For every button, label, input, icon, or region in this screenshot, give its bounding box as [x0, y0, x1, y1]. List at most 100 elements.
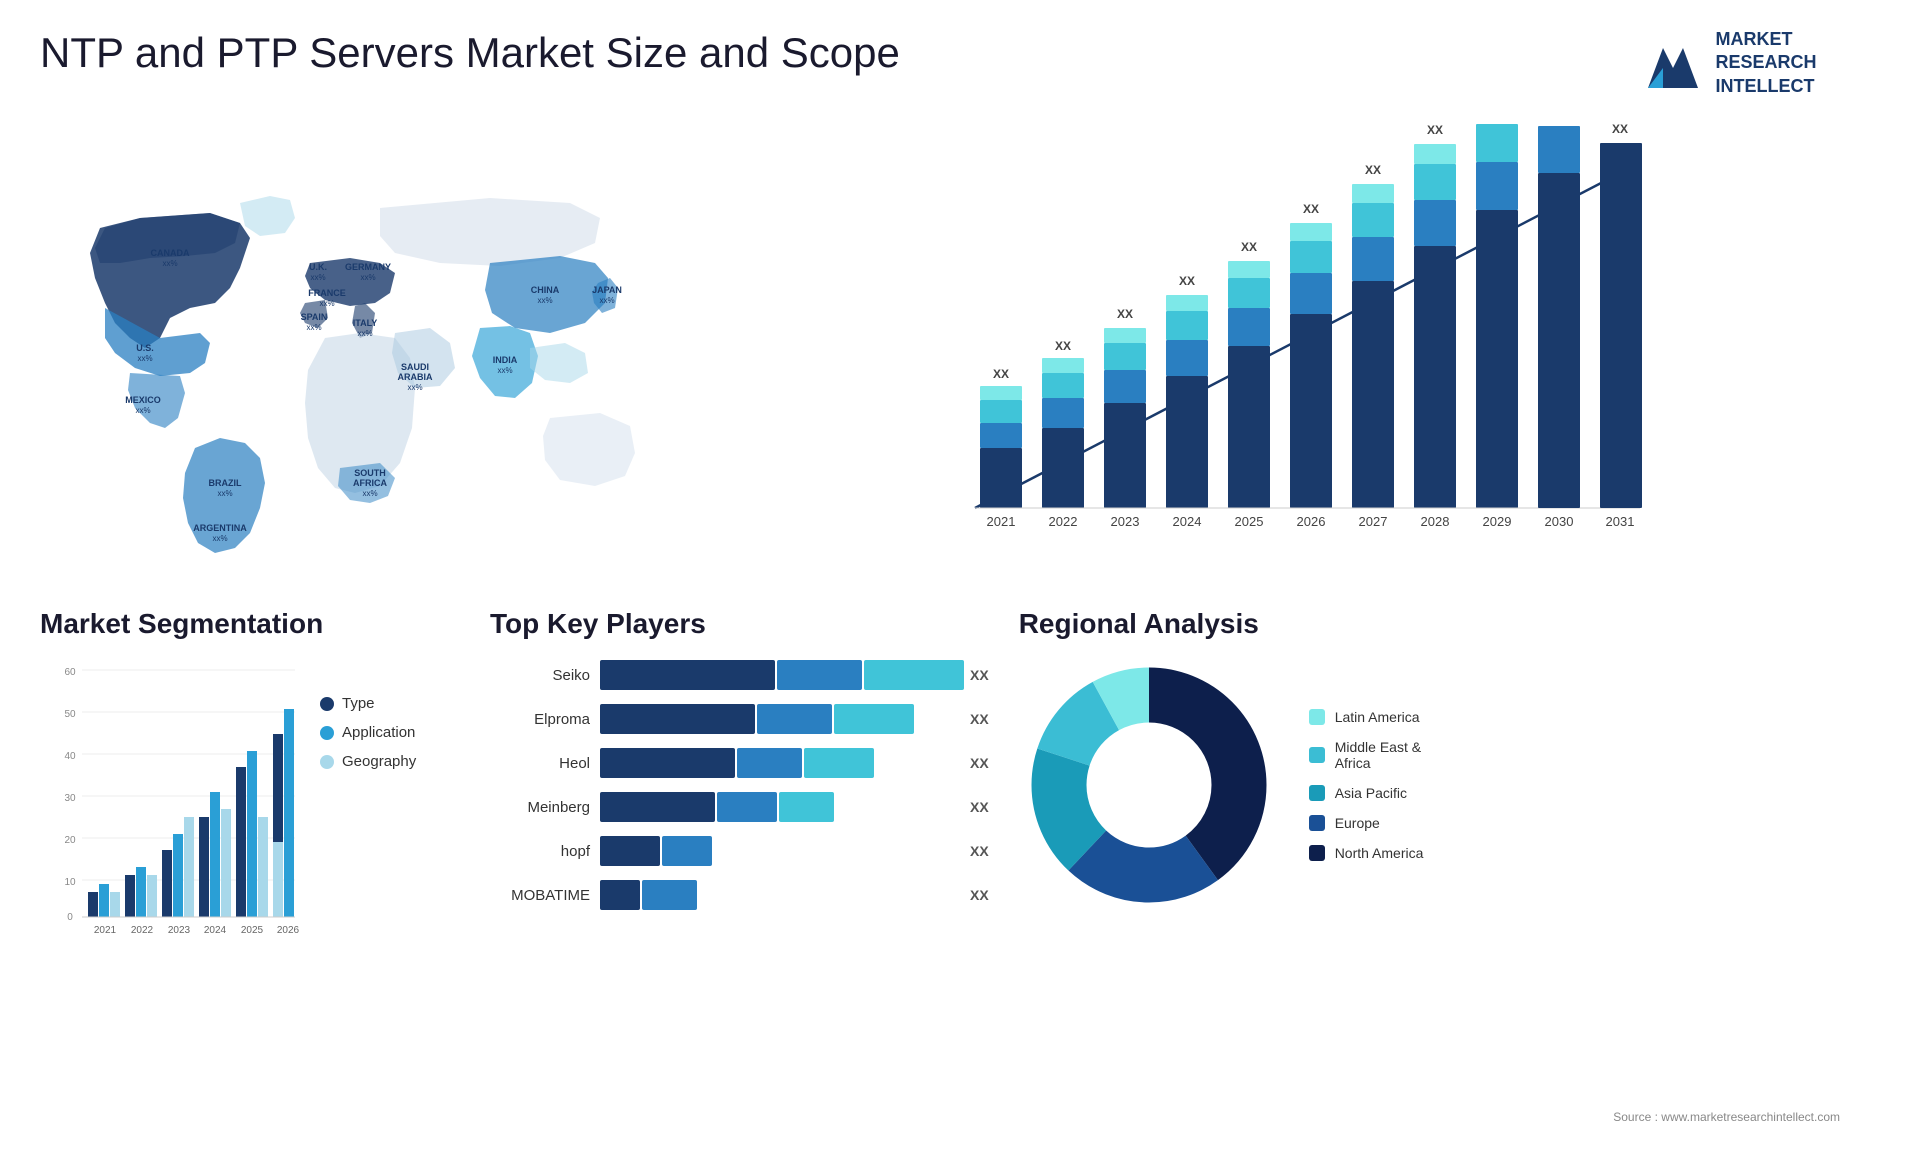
svg-text:2025: 2025: [241, 925, 264, 936]
x-label-2027: 2027: [1359, 514, 1388, 529]
svg-text:60: 60: [64, 667, 76, 678]
bar-mobatime-2: [642, 880, 697, 910]
player-value-meinberg: XX: [970, 799, 989, 815]
player-value-elproma: XX: [970, 711, 989, 727]
legend-item-application: Application: [320, 724, 416, 741]
logo-icon: [1643, 33, 1703, 93]
legend-item-type: Type: [320, 695, 416, 712]
map-label-france: FRANCE: [308, 288, 346, 298]
map-label-argentina: ARGENTINA: [193, 523, 247, 533]
regional-section: Regional Analysis: [1019, 608, 1880, 1158]
map-value-mexico: xx%: [135, 406, 150, 415]
bar-heol-2: [737, 748, 802, 778]
svg-text:2021: 2021: [94, 925, 117, 936]
header: NTP and PTP Servers Market Size and Scop…: [0, 0, 1920, 108]
bar-value-2028: XX: [1427, 123, 1443, 137]
bar-meinberg-1: [600, 792, 715, 822]
bar-elproma-3: [834, 704, 914, 734]
map-value-south-africa: xx%: [362, 489, 377, 498]
map-label-canada: CANADA: [151, 248, 190, 258]
map-label-japan: JAPAN: [592, 285, 622, 295]
bar-seiko-1: [600, 660, 775, 690]
bar-value-2021: XX: [993, 367, 1009, 381]
player-value-hopf: XX: [970, 843, 989, 859]
player-name-seiko: Seiko: [490, 667, 590, 684]
bar-value-2026: XX: [1303, 202, 1319, 216]
map-value-italy: xx%: [357, 329, 372, 338]
source-text: Source : www.marketresearchintellect.com: [1613, 1110, 1880, 1134]
x-label-2031: 2031: [1606, 514, 1635, 529]
bar-heol-1: [600, 748, 735, 778]
bar-value-2023: XX: [1117, 307, 1133, 321]
map-value-saudi: xx%: [407, 383, 422, 392]
legend-label-type: Type: [342, 695, 375, 712]
player-value-mobatime: XX: [970, 887, 989, 903]
map-value-argentina: xx%: [212, 534, 227, 543]
map-label-mexico: MEXICO: [125, 395, 161, 405]
svg-text:2024: 2024: [204, 925, 227, 936]
x-label-2030: 2030: [1545, 514, 1574, 529]
legend-item-geography: Geography: [320, 753, 416, 770]
main-content: CANADA xx% U.S. xx% MEXICO xx% BRAZIL xx…: [0, 108, 1920, 588]
svg-text:2026: 2026: [277, 925, 300, 936]
map-label-us: U.S.: [136, 343, 154, 353]
map-label-saudi2: ARABIA: [398, 372, 433, 382]
bar-value-2024: XX: [1179, 274, 1195, 288]
map-value-india: xx%: [497, 366, 512, 375]
player-row-mobatime: MOBATIME XX: [490, 880, 989, 910]
seg-chart: 60 50 40 30 20 10 0: [40, 655, 300, 955]
map-value-japan: xx%: [599, 296, 614, 305]
segmentation-section: Market Segmentation 60 50 40 30 20 10 0: [40, 608, 460, 1158]
bar-hopf-2: [662, 836, 712, 866]
logo-box: MARKETRESEARCHINTELLECT: [1643, 28, 1816, 98]
players-title: Top Key Players: [490, 608, 989, 640]
world-map: CANADA xx% U.S. xx% MEXICO xx% BRAZIL xx…: [40, 108, 680, 568]
legend-dot-application: [320, 726, 334, 740]
player-row-seiko: Seiko XX: [490, 660, 989, 690]
map-label-south-africa2: AFRICA: [353, 478, 387, 488]
player-name-heol: Heol: [490, 755, 590, 772]
svg-text:2023: 2023: [168, 925, 191, 936]
x-label-2022: 2022: [1049, 514, 1078, 529]
legend-dot-type: [320, 697, 334, 711]
player-value-seiko: XX: [970, 667, 989, 683]
bar-meinberg-3: [779, 792, 834, 822]
bottom-section: Market Segmentation 60 50 40 30 20 10 0: [0, 588, 1920, 1168]
bar-seiko-3: [864, 660, 964, 690]
map-value-china: xx%: [537, 296, 552, 305]
map-value-canada: xx%: [162, 259, 177, 268]
bar-elproma-1: [600, 704, 755, 734]
map-label-south-africa: SOUTH: [354, 468, 386, 478]
players-section: Top Key Players Seiko XX Elproma: [490, 608, 989, 1158]
reg-legend-na: North America: [1309, 845, 1424, 861]
map-label-china: CHINA: [531, 285, 560, 295]
world-map-section: CANADA xx% U.S. xx% MEXICO xx% BRAZIL xx…: [40, 108, 680, 588]
donut-chart: [1019, 655, 1279, 915]
svg-text:30: 30: [64, 793, 76, 804]
map-label-germany: GERMANY: [345, 262, 391, 272]
bar-value-2022: XX: [1055, 339, 1071, 353]
player-row-elproma: Elproma XX: [490, 704, 989, 734]
reg-color-europe: [1309, 815, 1325, 831]
player-row-heol: Heol XX: [490, 748, 989, 778]
player-name-mobatime: MOBATIME: [490, 887, 590, 904]
reg-label-apac: Asia Pacific: [1335, 785, 1407, 801]
map-value-france: xx%: [319, 299, 334, 308]
map-label-saudi: SAUDI: [401, 362, 429, 372]
x-label-2025: 2025: [1235, 514, 1264, 529]
map-label-india: INDIA: [493, 355, 518, 365]
player-bars-seiko: XX: [600, 660, 989, 690]
bar-value-2031: XX: [1612, 122, 1628, 136]
bar-heol-3: [804, 748, 874, 778]
bar-chart-section: XX XX XX XX XX: [700, 108, 1880, 588]
reg-label-latin: Latin America: [1335, 709, 1420, 725]
reg-color-latin: [1309, 709, 1325, 725]
map-value-brazil: xx%: [217, 489, 232, 498]
reg-color-apac: [1309, 785, 1325, 801]
logo-text: MARKETRESEARCHINTELLECT: [1715, 28, 1816, 98]
player-row-hopf: hopf XX: [490, 836, 989, 866]
player-value-heol: XX: [970, 755, 989, 771]
legend-label-application: Application: [342, 724, 415, 741]
reg-legend-europe: Europe: [1309, 815, 1424, 831]
bar-chart: XX XX XX XX XX: [700, 118, 1880, 568]
